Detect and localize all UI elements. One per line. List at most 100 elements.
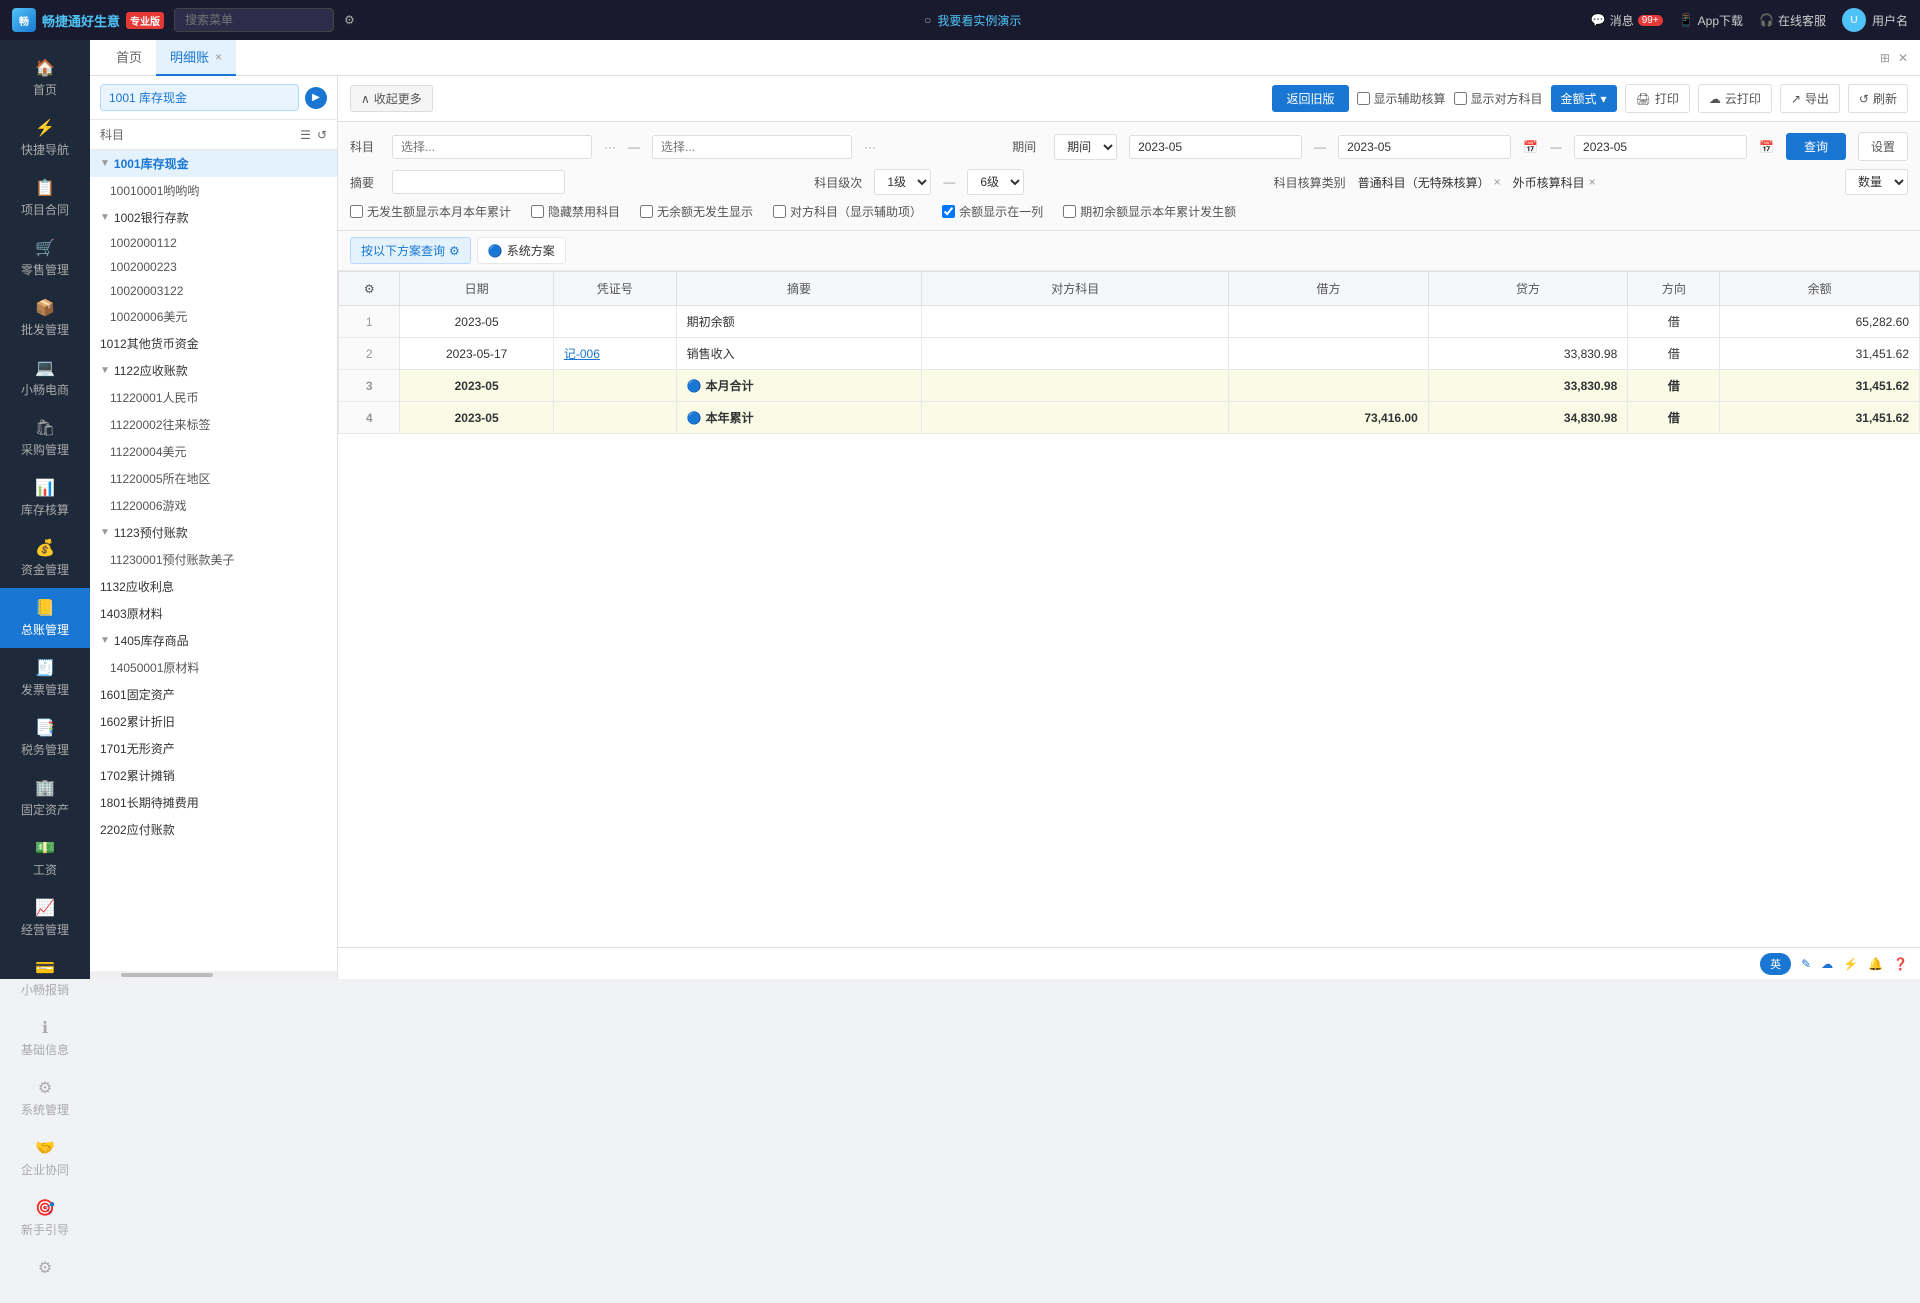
tree-item-2202[interactable]: 2202 应付账款 xyxy=(90,816,337,843)
cb-opening-balance[interactable]: 期初余额显示本年累计发生额 xyxy=(1063,203,1236,220)
tag-normal-close[interactable]: × xyxy=(1494,175,1501,189)
sidebar-item-cooperation[interactable]: 🤝 企业协同 xyxy=(0,1128,90,1188)
show-contra-label[interactable]: 显示对方科目 xyxy=(1454,90,1543,107)
tree-list-icon[interactable]: ☰ xyxy=(300,128,311,142)
print-btn[interactable]: 🖨 打印 xyxy=(1625,84,1690,113)
cb-no-balance[interactable]: 无发生额显示本月本年累计 xyxy=(350,203,511,220)
summary-input[interactable] xyxy=(392,170,565,194)
cb-opening-balance-input[interactable] xyxy=(1063,205,1076,218)
sidebar-item-quicknav[interactable]: ⚡ 快捷导航 xyxy=(0,108,90,168)
tree-item-10020001[interactable]: 10020001 12 xyxy=(90,231,337,255)
tree-item-1801[interactable]: 1801 长期待摊费用 xyxy=(90,789,337,816)
tree-item-1403[interactable]: 1403 原材料 xyxy=(90,600,337,627)
export-btn[interactable]: ↗ 导出 xyxy=(1780,84,1840,113)
col-settings-icon[interactable]: ⚙ xyxy=(364,282,375,296)
message-btn[interactable]: 💬 消息 99+ xyxy=(1591,12,1663,29)
settings-icon[interactable]: ⚙ xyxy=(344,13,355,27)
app-download-btn[interactable]: 📱 App下载 xyxy=(1679,12,1743,29)
lightning-icon[interactable]: ⚡ xyxy=(1843,957,1858,971)
sidebar-item-project[interactable]: 📋 项目合同 xyxy=(0,168,90,228)
expand-btn[interactable]: ⊞ xyxy=(1880,51,1890,65)
cb-contra-input[interactable] xyxy=(773,205,786,218)
sidebar-item-finance[interactable]: 💰 资金管理 xyxy=(0,528,90,588)
lang-btn[interactable]: 英 xyxy=(1760,953,1791,975)
cb-balance-col[interactable]: 余额显示在一列 xyxy=(942,203,1043,220)
tree-scroll[interactable] xyxy=(90,971,337,979)
cb-contra[interactable]: 对方科目（显示辅助项） xyxy=(773,203,922,220)
tree-item-1602[interactable]: 1602 累计折旧 xyxy=(90,708,337,735)
tree-item-11220006[interactable]: 11220006 游戏 xyxy=(90,492,337,519)
cloud-icon[interactable]: ☁ xyxy=(1821,957,1833,971)
cb-no-amount[interactable]: 无余额无发生显示 xyxy=(640,203,753,220)
tree-item-1601[interactable]: 1601 固定资产 xyxy=(90,681,337,708)
user-area[interactable]: U 用户名 xyxy=(1842,8,1908,32)
sidebar-item-system[interactable]: ⚙ 系统管理 xyxy=(0,1068,90,1128)
period-to-input2[interactable] xyxy=(1574,135,1747,159)
period-from-input[interactable] xyxy=(1129,135,1302,159)
tree-item-1122[interactable]: ▼ 1122 应收账款 xyxy=(90,357,337,384)
sidebar-item-ledger[interactable]: 📒 总账管理 xyxy=(0,588,90,648)
tab-close-btn[interactable]: × xyxy=(215,50,222,64)
cb-no-balance-input[interactable] xyxy=(350,205,363,218)
nav-next-btn[interactable]: ▶ xyxy=(305,87,327,109)
tree-item-10020006[interactable]: 10020006 美元 xyxy=(90,303,337,330)
tree-refresh-icon[interactable]: ↺ xyxy=(317,128,327,142)
sidebar-item-expense[interactable]: 💳 小畅报销 xyxy=(0,948,90,1008)
cb-hide-disabled-input[interactable] xyxy=(531,205,544,218)
expand-more-btn[interactable]: ∧ 收起更多 xyxy=(350,85,433,112)
tag-foreign-close[interactable]: × xyxy=(1589,175,1596,189)
calendar-icon2[interactable]: 📅 xyxy=(1759,140,1774,154)
tree-item-11220005[interactable]: 11220005 所在地区 xyxy=(90,465,337,492)
search-input[interactable] xyxy=(174,8,334,32)
format-btn[interactable]: 金额式 ▾ xyxy=(1551,85,1617,112)
filter-mode-btn[interactable]: 按以下方案查询 ⚙ xyxy=(350,237,471,264)
tree-item-1001[interactable]: ▼ 1001 库存现金 xyxy=(90,150,337,177)
demo-link[interactable]: 我要看实例演示 xyxy=(937,12,1021,29)
period-type-select[interactable]: 期间 xyxy=(1054,134,1117,160)
tab-detail[interactable]: 明细账 × xyxy=(156,40,236,76)
account-selector[interactable]: 1001 库存现金 xyxy=(100,84,299,111)
tree-item-14050001[interactable]: 14050001 原材料 xyxy=(90,654,337,681)
sidebar-item-guide[interactable]: 🎯 新手引导 xyxy=(0,1188,90,1248)
tree-item-1012[interactable]: 1012 其他货币资金 xyxy=(90,330,337,357)
calendar-icon[interactable]: 📅 xyxy=(1523,140,1538,154)
sidebar-item-basic[interactable]: ℹ 基础信息 xyxy=(0,1008,90,1068)
cb-hide-disabled[interactable]: 隐藏禁用科目 xyxy=(531,203,620,220)
show-aux-label[interactable]: 显示辅助核算 xyxy=(1357,90,1446,107)
account-filter-input[interactable] xyxy=(392,135,592,159)
sidebar-item-wholesale[interactable]: 📦 批发管理 xyxy=(0,288,90,348)
tree-item-1123[interactable]: ▼ 1123 预付账款 xyxy=(90,519,337,546)
sidebar-item-operations[interactable]: 📈 经营管理 xyxy=(0,888,90,948)
sidebar-item-retail[interactable]: 🛒 零售管理 xyxy=(0,228,90,288)
bell-icon[interactable]: 🔔 xyxy=(1868,957,1883,971)
tree-item-11220004[interactable]: 11220004 美元 xyxy=(90,438,337,465)
tree-item-10020002[interactable]: 10020002 23 xyxy=(90,255,337,279)
voucher-link[interactable]: 记-006 xyxy=(564,347,600,361)
refresh-btn[interactable]: ↺ 刷新 xyxy=(1848,84,1908,113)
tree-item-1132[interactable]: 1132 应收利息 xyxy=(90,573,337,600)
return-old-btn[interactable]: 返回旧版 xyxy=(1272,85,1348,112)
level-to-select[interactable]: 6级 xyxy=(967,169,1024,195)
sidebar-item-ecommerce[interactable]: 💻 小畅电商 xyxy=(0,348,90,408)
tree-item-11220002[interactable]: 11220002 往来标签 xyxy=(90,411,337,438)
sidebar-item-invoice[interactable]: 🧾 发票管理 xyxy=(0,648,90,708)
account-filter-input-end[interactable] xyxy=(652,135,852,159)
show-contra-checkbox[interactable] xyxy=(1454,92,1467,105)
quantity-select[interactable]: 数量 xyxy=(1845,169,1908,195)
sidebar-item-tax[interactable]: 📑 税务管理 xyxy=(0,708,90,768)
tree-item-1002[interactable]: ▼ 1002 银行存款 xyxy=(90,204,337,231)
sidebar-item-purchase[interactable]: 🛍 采购管理 xyxy=(0,408,90,468)
tab-home[interactable]: 首页 xyxy=(102,40,156,76)
online-service-btn[interactable]: 🎧 在线客服 xyxy=(1759,12,1826,29)
close-btn[interactable]: ✕ xyxy=(1898,51,1908,65)
sidebar-item-assets[interactable]: 🏢 固定资产 xyxy=(0,768,90,828)
tree-item-1405[interactable]: ▼ 1405 库存商品 xyxy=(90,627,337,654)
period-to-input[interactable] xyxy=(1338,135,1511,159)
cloud-print-btn[interactable]: ☁ 云打印 xyxy=(1698,84,1772,113)
show-aux-checkbox[interactable] xyxy=(1357,92,1370,105)
system-plan-btn[interactable]: 🔵 系统方案 xyxy=(477,237,566,264)
level-from-select[interactable]: 1级 xyxy=(874,169,931,195)
cb-no-amount-input[interactable] xyxy=(640,205,653,218)
edit-icon[interactable]: ✎ xyxy=(1801,957,1811,971)
sidebar-item-inventory[interactable]: 📊 库存核算 xyxy=(0,468,90,528)
